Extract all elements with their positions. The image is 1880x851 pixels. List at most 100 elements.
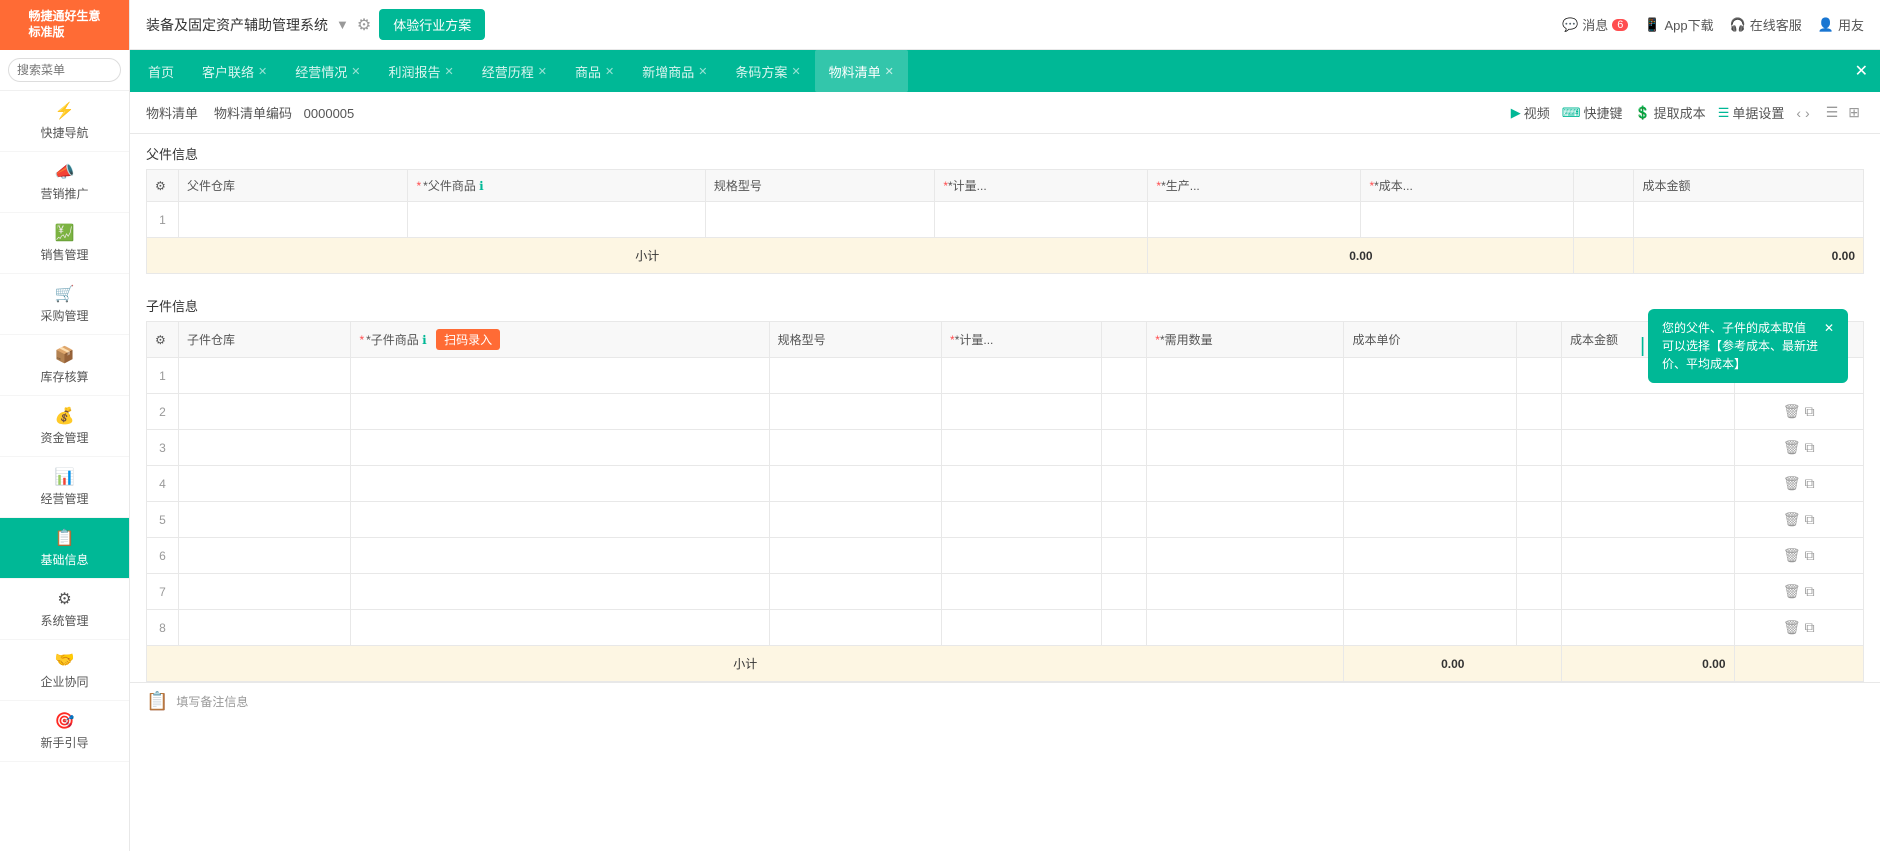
tooltip-box: ✕ 您的父件、子件的成本取值可以选择【参考成本、最新进价、平均成本】 xyxy=(1648,309,1848,383)
child-row-2-unit-cost[interactable] xyxy=(1344,394,1516,430)
close-icon[interactable]: ✕ xyxy=(538,65,547,78)
child-row-4-actions: 🗑⧉ xyxy=(1734,466,1863,502)
tab-home[interactable]: 首页 xyxy=(134,50,188,92)
child-row-2-spec[interactable] xyxy=(769,394,941,430)
message-button[interactable]: 💬 消息 6 xyxy=(1562,15,1628,34)
delete-icon[interactable]: 🗑 xyxy=(1783,547,1801,564)
child-row-2-warehouse[interactable] xyxy=(179,394,351,430)
copy-icon[interactable]: ⧉ xyxy=(1805,439,1815,456)
sidebar-item-business[interactable]: 📊 经营管理 xyxy=(0,457,129,518)
delete-icon[interactable]: 🗑 xyxy=(1783,583,1801,600)
child-row-1-spec[interactable] xyxy=(769,358,941,394)
close-icon[interactable]: ✕ xyxy=(698,65,707,78)
sidebar-item-basic-info[interactable]: 📋 基础信息 xyxy=(0,518,129,579)
message-badge: 6 xyxy=(1612,19,1628,31)
tab-operation[interactable]: 经营情况 ✕ xyxy=(281,50,374,92)
parent-row-product[interactable] xyxy=(408,202,705,238)
child-row-1-unit[interactable] xyxy=(942,358,1102,394)
app-download-button[interactable]: 📱 App下载 xyxy=(1644,15,1713,34)
app-download-label: App下载 xyxy=(1664,15,1713,34)
delete-icon[interactable]: 🗑 xyxy=(1783,619,1801,636)
parent-row-unit[interactable] xyxy=(935,202,1148,238)
delete-icon[interactable]: 🗑 xyxy=(1783,475,1801,492)
child-row-1-warehouse[interactable] xyxy=(179,358,351,394)
child-subtotal-row: 小计 0.00 0.00 xyxy=(147,646,1864,682)
dropdown-arrow-icon[interactable]: ▼ xyxy=(336,17,349,32)
list-view-icon[interactable]: ☰ xyxy=(1822,102,1843,123)
close-icon[interactable]: ✕ xyxy=(258,65,267,78)
play-icon: ▶ xyxy=(1511,105,1521,121)
child-row-1-quantity[interactable] xyxy=(1147,358,1344,394)
view-action[interactable]: ▶ 视频 xyxy=(1511,103,1550,122)
sidebar-item-finance[interactable]: 💰 资金管理 xyxy=(0,396,129,457)
tab-barcode[interactable]: 条码方案 ✕ xyxy=(721,50,814,92)
basic-info-icon: 📋 xyxy=(55,528,75,548)
extract-cost-action[interactable]: 💲 提取成本 xyxy=(1634,103,1705,122)
parent-row-cost[interactable] xyxy=(1361,202,1574,238)
gear-icon[interactable]: ⚙ xyxy=(357,15,371,35)
parent-row-spec[interactable] xyxy=(705,202,934,238)
online-service-button[interactable]: 🎧 在线客服 xyxy=(1730,15,1802,34)
parent-row-amount[interactable] xyxy=(1634,202,1864,238)
close-all-tabs-button[interactable]: ✕ xyxy=(1847,61,1876,81)
tab-goods[interactable]: 商品 ✕ xyxy=(561,50,628,92)
scan-button[interactable]: 扫码录入 xyxy=(436,329,500,350)
sidebar-item-enterprise[interactable]: 🤝 企业协同 xyxy=(0,640,129,701)
copy-icon[interactable]: ⧉ xyxy=(1805,403,1815,420)
grid-view-icon[interactable]: ⊞ xyxy=(1844,102,1864,123)
copy-icon[interactable]: ⧉ xyxy=(1805,583,1815,600)
child-row-2-product[interactable] xyxy=(351,394,769,430)
sidebar-item-purchase[interactable]: 🛒 采购管理 xyxy=(0,274,129,335)
child-row-2-quantity[interactable] xyxy=(1147,394,1344,430)
parent-col-extra xyxy=(1574,170,1634,202)
tab-bom[interactable]: 物料清单 ✕ xyxy=(815,50,908,92)
child-row-6-actions: 🗑⧉ xyxy=(1734,538,1863,574)
sidebar-item-marketing[interactable]: 📣 营销推广 xyxy=(0,152,129,213)
tab-customer[interactable]: 客户联络 ✕ xyxy=(188,50,281,92)
tab-profit[interactable]: 利润报告 ✕ xyxy=(374,50,467,92)
close-icon[interactable]: ✕ xyxy=(445,65,454,78)
parent-row-warehouse[interactable] xyxy=(179,202,408,238)
copy-icon[interactable]: ⧉ xyxy=(1805,547,1815,564)
gear-icon[interactable]: ⚙ xyxy=(155,179,166,193)
delete-icon[interactable]: 🗑 xyxy=(1783,511,1801,528)
parent-row-production[interactable] xyxy=(1148,202,1361,238)
delete-icon[interactable]: 🗑 xyxy=(1783,439,1801,456)
search-input[interactable] xyxy=(8,58,121,82)
child-col-quantity: **需用数量 xyxy=(1147,322,1344,358)
parent-subtotal-label: 小计 xyxy=(147,238,1148,274)
close-icon[interactable]: ✕ xyxy=(885,65,894,78)
shortcut-action[interactable]: ⌨ 快捷键 xyxy=(1562,103,1623,122)
tooltip-close-button[interactable]: ✕ xyxy=(1824,319,1834,337)
trial-button[interactable]: 体验行业方案 xyxy=(379,9,485,40)
close-icon[interactable]: ✕ xyxy=(605,65,614,78)
sidebar-item-system[interactable]: ⚙ 系统管理 xyxy=(0,579,129,640)
child-row-2-amount[interactable] xyxy=(1562,394,1734,430)
close-icon[interactable]: ✕ xyxy=(791,65,800,78)
delete-icon[interactable]: 🗑 xyxy=(1783,403,1801,420)
prev-arrow-icon[interactable]: ‹ xyxy=(1796,105,1801,121)
gear-icon[interactable]: ⚙ xyxy=(155,333,166,347)
copy-icon[interactable]: ⧉ xyxy=(1805,511,1815,528)
child-row-3-actions: 🗑⧉ xyxy=(1734,430,1863,466)
next-arrow-icon[interactable]: › xyxy=(1805,105,1810,121)
child-row-1-unit-cost[interactable] xyxy=(1344,358,1516,394)
child-row-2-unit[interactable] xyxy=(942,394,1102,430)
user-menu[interactable]: 👤 用友 xyxy=(1818,15,1864,34)
copy-icon[interactable]: ⧉ xyxy=(1805,619,1815,636)
close-icon[interactable]: ✕ xyxy=(351,65,360,78)
tab-history[interactable]: 经营历程 ✕ xyxy=(468,50,561,92)
doc-number-label: 物料清单编码 0000005 xyxy=(214,103,354,122)
header-actions: ▶ 视频 ⌨ 快捷键 💲 提取成本 ☰ 单据设置 xyxy=(1511,102,1864,123)
child-col-spec: 规格型号 xyxy=(769,322,941,358)
child-row-1-product[interactable] xyxy=(351,358,769,394)
copy-icon[interactable]: ⧉ xyxy=(1805,475,1815,492)
sidebar-item-quick-nav[interactable]: ⚡ 快捷导航 xyxy=(0,91,129,152)
single-settings-action[interactable]: ☰ 单据设置 xyxy=(1718,103,1785,122)
child-subtotal-actions xyxy=(1734,646,1863,682)
sidebar-item-sales[interactable]: 💹 销售管理 xyxy=(0,213,129,274)
sidebar-item-guide[interactable]: 🎯 新手引导 xyxy=(0,701,129,762)
sidebar-item-inventory[interactable]: 📦 库存核算 xyxy=(0,335,129,396)
notes-label[interactable]: 填写备注信息 xyxy=(176,693,248,710)
tab-new-goods[interactable]: 新增商品 ✕ xyxy=(628,50,721,92)
